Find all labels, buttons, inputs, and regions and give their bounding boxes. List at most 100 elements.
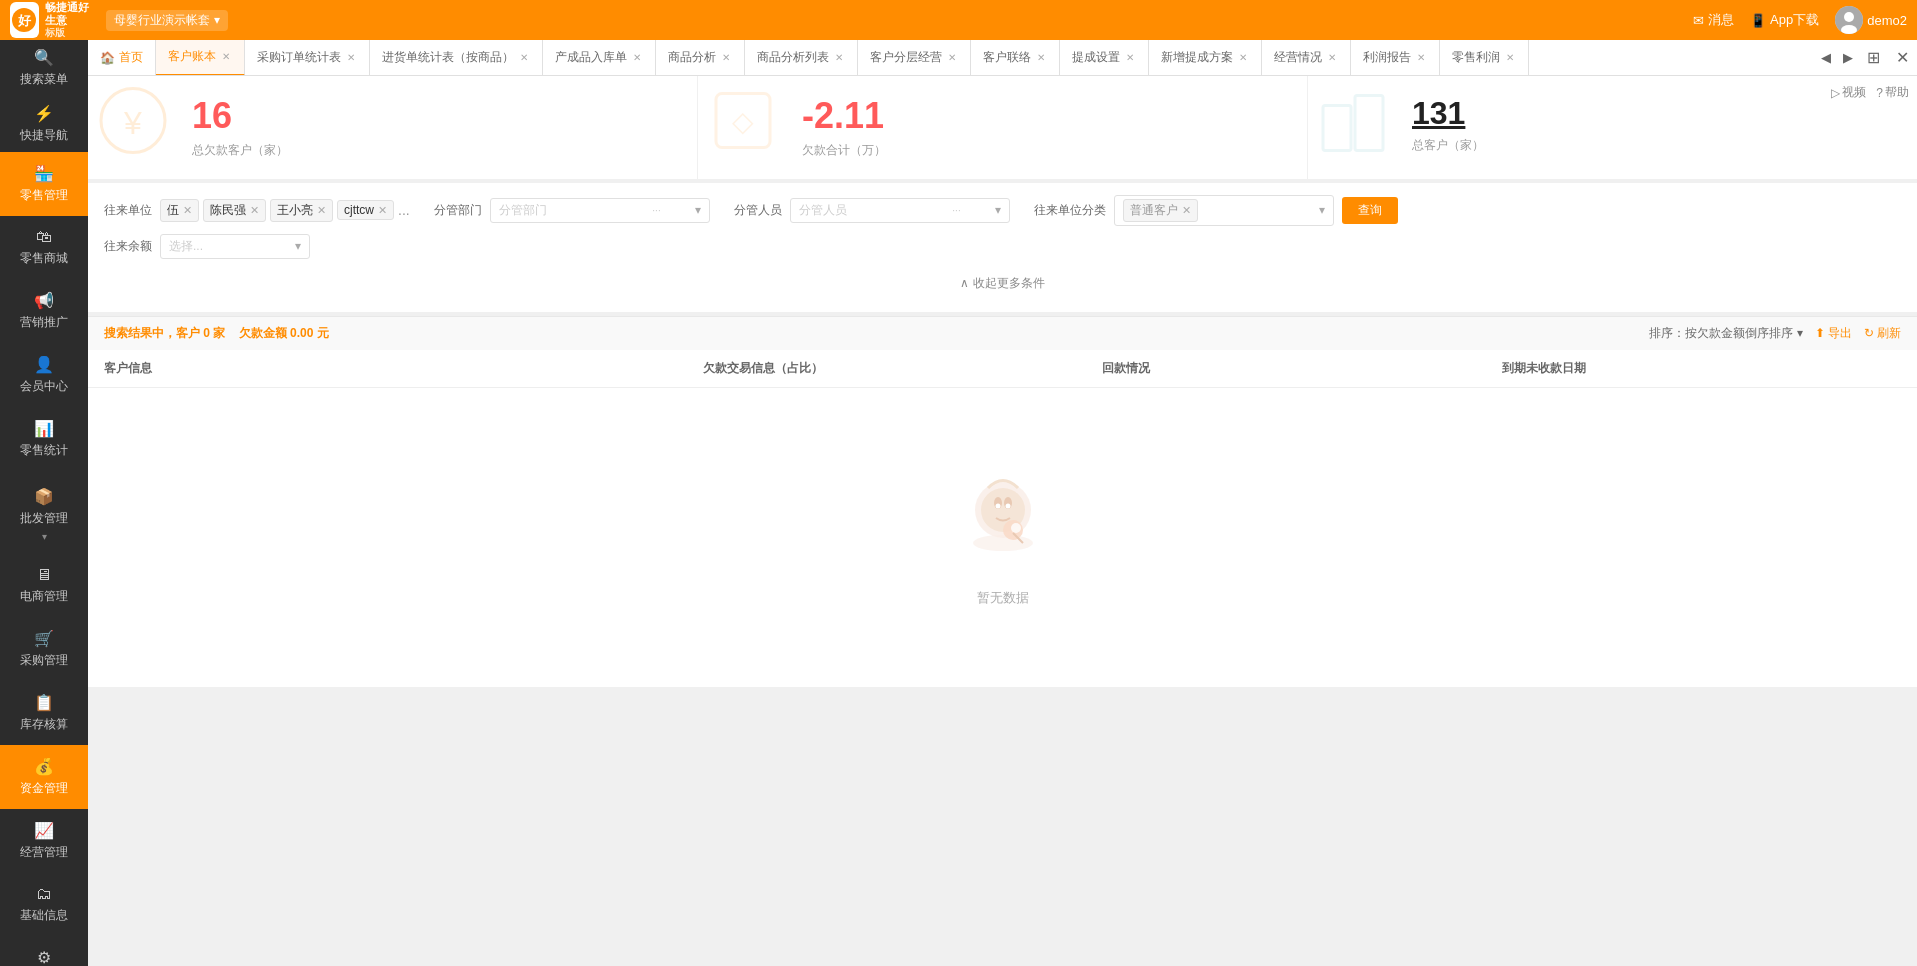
tab-purchase-order-stats[interactable]: 采购订单统计表 ✕ (245, 40, 370, 76)
stat-value-debt: -2.11 (802, 96, 1283, 136)
tab-prev-btn[interactable]: ◀ (1815, 40, 1837, 76)
sidebar-item-batch-manage[interactable]: 📦 批发管理 ▾ (0, 475, 88, 554)
sidebar-item-search[interactable]: 🔍 搜索菜单 (0, 40, 88, 96)
mobile-icon: 📱 (1750, 13, 1766, 28)
close-tab-purchase-order-stats[interactable]: ✕ (345, 50, 357, 65)
user-menu[interactable]: demo2 (1835, 6, 1907, 34)
sidebar-item-member-center[interactable]: 👤 会员中心 (0, 343, 88, 407)
unit-category-tag: 普通客户 ✕ (1123, 199, 1198, 222)
search-icon: 🔍 (34, 48, 54, 67)
video-help-btn[interactable]: ▷ 视频 (1831, 84, 1866, 101)
empty-state: 暂无数据 (88, 388, 1917, 687)
finance-icon: 💰 (34, 757, 54, 776)
result-customer-count: 0 (203, 326, 210, 340)
branch-dept-select[interactable]: 分管部门 ··· ▾ (490, 198, 710, 223)
balance-select[interactable]: 选择... ▾ (160, 234, 310, 259)
col-overdue-date: 到期未收款日期 (1502, 360, 1901, 377)
close-tab-customer-segmentation[interactable]: ✕ (946, 50, 958, 65)
sidebar-item-system[interactable]: ⚙ 系统管理 (0, 936, 88, 966)
collapse-more: ∧ 收起更多条件 (104, 267, 1901, 300)
tab-new-achievement-plan[interactable]: 新增提成方案 ✕ (1149, 40, 1262, 76)
filter-more-tags[interactable]: ... (398, 202, 410, 218)
close-tab-operations-status[interactable]: ✕ (1326, 50, 1338, 65)
result-debt-value: 0.00 (290, 326, 313, 340)
close-tab-product-analysis-list[interactable]: ✕ (833, 50, 845, 65)
tab-close-all-btn[interactable]: ✕ (1888, 40, 1917, 76)
unit-category-select[interactable]: 普通客户 ✕ ▾ (1114, 195, 1334, 226)
sidebar-item-basic-info[interactable]: 🗂 基础信息 (0, 873, 88, 936)
tab-product-analysis-list[interactable]: 商品分析列表 ✕ (745, 40, 858, 76)
result-bar: 搜索结果中，客户 0 家 欠款金额 0.00 元 排序：按欠款金额倒序排序 ▾ (88, 316, 1917, 350)
retail-icon: 🏪 (34, 164, 54, 183)
close-tab-product-inbound[interactable]: ✕ (631, 50, 643, 65)
sidebar-item-retail-stats[interactable]: 📊 零售统计 (0, 407, 88, 471)
sidebar-item-purchase[interactable]: 🛒 采购管理 (0, 617, 88, 681)
remove-tag-cjttcw[interactable]: ✕ (378, 204, 387, 217)
tab-product-analysis[interactable]: 商品分析 ✕ (656, 40, 745, 76)
svg-point-3 (1844, 12, 1854, 22)
close-tab-product-analysis[interactable]: ✕ (720, 50, 732, 65)
remove-tag-wang[interactable]: ✕ (317, 204, 326, 217)
close-tab-customer-book[interactable]: ✕ (220, 49, 232, 64)
query-button[interactable]: 查询 (1342, 197, 1398, 224)
stats-banner: ¥ 16 总欠款客户（家） ◇ -2.11 (88, 76, 1917, 179)
sidebar-item-retail-manage[interactable]: 🏪 零售管理 (0, 152, 88, 216)
close-tab-prompt-settings[interactable]: ✕ (1124, 50, 1136, 65)
collapse-btn[interactable]: ∧ 收起更多条件 (960, 275, 1045, 292)
export-btn[interactable]: ⬆ 导出 (1815, 325, 1852, 342)
sidebar-item-finance[interactable]: 💰 资金管理 (0, 745, 88, 809)
close-tab-retail-profit[interactable]: ✕ (1504, 50, 1516, 65)
close-tab-customer-contact[interactable]: ✕ (1035, 50, 1047, 65)
stat-card-debt: ◇ -2.11 欠款合计（万） (698, 76, 1308, 179)
message-btn[interactable]: ✉ 消息 (1693, 11, 1734, 29)
mall-icon: 🛍 (36, 228, 52, 246)
tab-operations-status[interactable]: 经营情况 ✕ (1262, 40, 1351, 76)
stat-label-customers: 总欠款客户（家） (192, 142, 673, 159)
refresh-btn[interactable]: ↻ 刷新 (1864, 325, 1901, 342)
app-download-label: App下载 (1770, 11, 1819, 29)
tab-purchase-stats-by-product[interactable]: 进货单统计表（按商品） ✕ (370, 40, 543, 76)
sidebar-item-quicknav[interactable]: ⚡ 快捷导航 (0, 96, 88, 152)
quicknav-label: 快捷导航 (20, 127, 68, 144)
sidebar-item-operations[interactable]: 📈 经营管理 (0, 809, 88, 873)
remove-unit-category-tag[interactable]: ✕ (1182, 204, 1191, 217)
close-tab-profit-report[interactable]: ✕ (1415, 50, 1427, 65)
unit-filter-label: 往来单位 (104, 202, 152, 219)
unit-category-arrow: ▾ (1319, 203, 1325, 217)
remove-tag-wu[interactable]: ✕ (183, 204, 192, 217)
sort-select[interactable]: 排序：按欠款金额倒序排序 ▾ (1649, 325, 1803, 342)
result-actions: 排序：按欠款金额倒序排序 ▾ ⬆ 导出 ↻ 刷新 (1649, 325, 1901, 342)
tab-product-inbound[interactable]: 产成品入库单 ✕ (543, 40, 656, 76)
remove-tag-chen[interactable]: ✕ (250, 204, 259, 217)
close-tab-new-achievement-plan[interactable]: ✕ (1237, 50, 1249, 65)
help-btn[interactable]: ? 帮助 (1876, 84, 1909, 101)
svg-point-17 (1005, 503, 1010, 508)
tab-maximize-btn[interactable]: ⊞ (1859, 40, 1888, 76)
empty-icon (958, 468, 1048, 577)
stats-icon: 📊 (34, 419, 54, 438)
branch-dept-label: 分管部门 (434, 202, 482, 219)
sidebar-item-inventory[interactable]: 📋 库存核算 (0, 681, 88, 745)
sidebar-item-ecommerce[interactable]: 🖥 电商管理 (0, 554, 88, 617)
account-name: 母婴行业演示帐套 (114, 12, 210, 29)
sidebar-item-marketing[interactable]: 📢 营销推广 (0, 279, 88, 343)
account-selector[interactable]: 母婴行业演示帐套 ▾ (106, 10, 228, 31)
sidebar-item-retail-mall[interactable]: 🛍 零售商城 (0, 216, 88, 279)
col-repayment: 回款情况 (1102, 360, 1501, 377)
tab-prompt-settings[interactable]: 提成设置 ✕ (1060, 40, 1149, 76)
stat-value-total: 131 (1412, 96, 1893, 131)
tab-home[interactable]: 🏠 首页 (88, 40, 156, 76)
tab-customer-book[interactable]: 客户账本 ✕ (156, 40, 245, 76)
branch-person-select[interactable]: 分管人员 ··· ▾ (790, 198, 1010, 223)
tab-retail-profit[interactable]: 零售利润 ✕ (1440, 40, 1529, 76)
sidebar: 🔍 搜索菜单 ⚡ 快捷导航 🏪 零售管理 🛍 零售商城 📢 营销推广 👤 (0, 40, 88, 966)
purchase-icon: 🛒 (34, 629, 54, 648)
member-icon: 👤 (34, 355, 54, 374)
tab-customer-segmentation[interactable]: 客户分层经营 ✕ (858, 40, 971, 76)
app-download-btn[interactable]: 📱 App下载 (1750, 11, 1819, 29)
tab-profit-report[interactable]: 利润报告 ✕ (1351, 40, 1440, 76)
tab-customer-contact[interactable]: 客户联络 ✕ (971, 40, 1060, 76)
result-customer-unit: 家 (213, 326, 225, 340)
tab-next-btn[interactable]: ▶ (1837, 40, 1859, 76)
close-tab-purchase-stats-by-product[interactable]: ✕ (518, 50, 530, 65)
